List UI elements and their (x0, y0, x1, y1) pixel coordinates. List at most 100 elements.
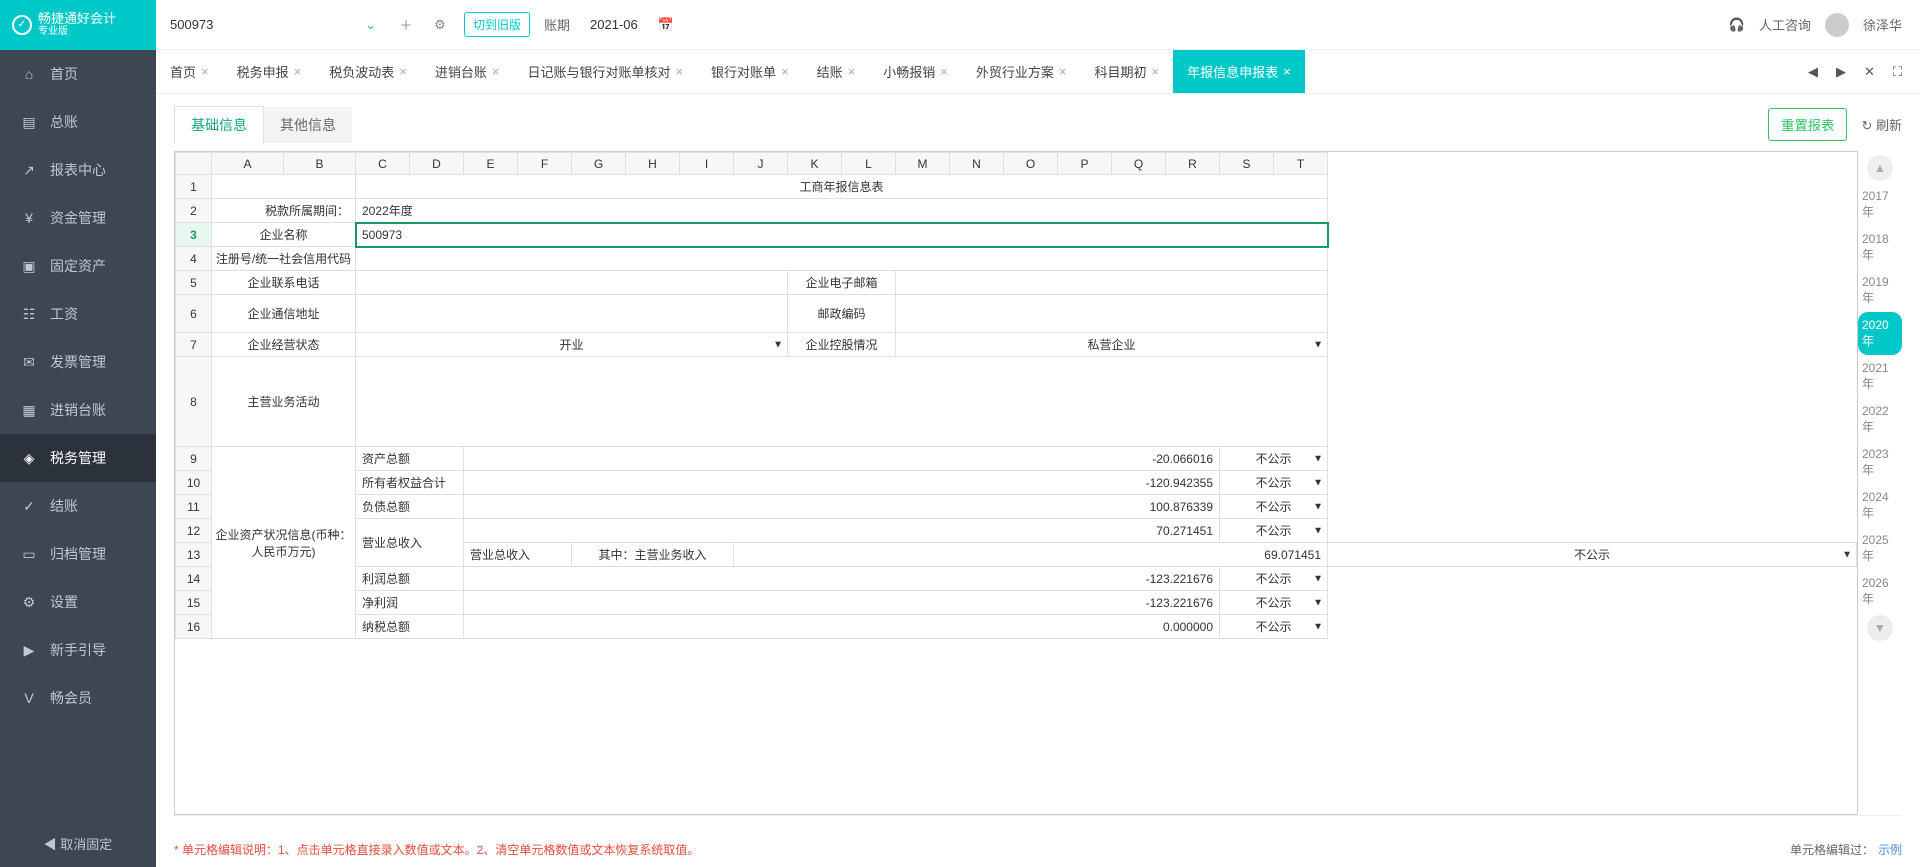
user-name[interactable]: 徐泽华 (1863, 15, 1902, 34)
year-2020年[interactable]: 2020年 (1858, 312, 1902, 355)
publish-select[interactable]: 不公示▼ (1220, 567, 1328, 591)
row-header[interactable]: 5 (176, 271, 212, 295)
phone-label[interactable]: 企业联系电话 (212, 271, 356, 295)
sidebar-item-13[interactable]: V畅会员 (0, 674, 156, 722)
sidebar-item-0[interactable]: ⌂首页 (0, 50, 156, 98)
sidebar-item-9[interactable]: ✓结账 (0, 482, 156, 530)
close-icon[interactable]: × (940, 64, 948, 79)
fin-row-value[interactable]: 69.071451 (734, 543, 1328, 567)
fin-row-label[interactable]: 所有者权益合计 (356, 471, 464, 495)
row-header[interactable]: 13 (176, 543, 212, 567)
col-header[interactable]: T (1274, 153, 1328, 175)
publish-select[interactable]: 不公示▼ (1220, 591, 1328, 615)
fin-row-value[interactable]: 70.271451 (464, 519, 1220, 543)
horizontal-scrollbar[interactable] (174, 815, 1902, 831)
fin-row-value[interactable]: -20.066016 (464, 447, 1220, 471)
publish-select[interactable]: 不公示▼ (1220, 447, 1328, 471)
col-header[interactable]: N (950, 153, 1004, 175)
tab-10[interactable]: 年报信息申报表× (1173, 50, 1305, 93)
fin-row-label[interactable]: 利润总额 (356, 567, 464, 591)
sidebar-item-5[interactable]: ☷工资 (0, 290, 156, 338)
col-header[interactable]: E (464, 153, 518, 175)
subtab-basic[interactable]: 基础信息 (174, 106, 264, 143)
gear-icon[interactable]: ⚙ (430, 15, 450, 35)
email-label[interactable]: 企业电子邮箱 (788, 271, 896, 295)
row-header[interactable]: 1 (176, 175, 212, 199)
period-label-cell[interactable]: 税款所属期间： (212, 199, 356, 223)
col-header[interactable]: C (356, 153, 410, 175)
close-icon[interactable]: × (399, 64, 407, 79)
row-header[interactable]: 14 (176, 567, 212, 591)
publish-select[interactable]: 不公示▼ (1220, 615, 1328, 639)
tab-5[interactable]: 银行对账单× (697, 50, 803, 93)
col-header[interactable]: M (896, 153, 950, 175)
old-version-button[interactable]: 切到旧版 (464, 12, 530, 37)
sidebar-item-3[interactable]: ¥资金管理 (0, 194, 156, 242)
row-header[interactable]: 3 (176, 223, 212, 247)
company-name-cell[interactable]: 500973 (356, 223, 1328, 247)
col-header[interactable]: Q (1112, 153, 1166, 175)
tab-7[interactable]: 小畅报销× (869, 50, 962, 93)
close-icon[interactable]: × (1059, 64, 1067, 79)
reset-button[interactable]: 重置报表 (1768, 108, 1847, 141)
tab-9[interactable]: 科目期初× (1080, 50, 1173, 93)
main-biz-label[interactable]: 主营业务活动 (212, 357, 356, 447)
year-2022年[interactable]: 2022年 (1858, 398, 1902, 441)
publish-select[interactable]: 不公示▼ (1328, 543, 1857, 567)
row-header[interactable]: 15 (176, 591, 212, 615)
col-header[interactable]: R (1166, 153, 1220, 175)
phone-cell[interactable] (356, 271, 788, 295)
year-2017年[interactable]: 2017年 (1858, 183, 1902, 226)
period-value-cell[interactable]: 2022年度 (356, 199, 1328, 223)
year-2024年[interactable]: 2024年 (1858, 484, 1902, 527)
close-icon[interactable]: × (492, 64, 500, 79)
unpin-button[interactable]: ◀ 取消固定 (0, 834, 156, 853)
email-cell[interactable] (896, 271, 1328, 295)
tab-4[interactable]: 日记账与银行对账单核对× (513, 50, 697, 93)
sidebar-item-4[interactable]: ▣固定资产 (0, 242, 156, 290)
publish-select[interactable]: 不公示▼ (1220, 471, 1328, 495)
addr-label[interactable]: 企业通信地址 (212, 295, 356, 333)
fin-row-label[interactable]: 营业总收入 (464, 543, 572, 567)
add-icon[interactable]: ＋ (396, 15, 416, 35)
fin-row-value[interactable]: -120.942355 (464, 471, 1220, 495)
fin-row-value[interactable]: -123.221676 (464, 591, 1220, 615)
col-header[interactable]: I (680, 153, 734, 175)
spreadsheet[interactable]: ABCDEFGHIJKLMNOPQRST1工商年报信息表2税款所属期间：2022… (174, 151, 1858, 815)
col-header[interactable]: H (626, 153, 680, 175)
tab-next-icon[interactable]: ▶ (1832, 60, 1850, 84)
fin-row-value[interactable]: 100.876339 (464, 495, 1220, 519)
holding-label[interactable]: 企业控股情况 (788, 333, 896, 357)
col-header[interactable]: J (734, 153, 788, 175)
col-header[interactable]: A (212, 153, 284, 175)
tab-1[interactable]: 税务申报× (223, 50, 316, 93)
status-label[interactable]: 企业经营状态 (212, 333, 356, 357)
company-name-label[interactable]: 企业名称 (212, 223, 356, 247)
fin-row-label[interactable]: 营业总收入 (356, 519, 464, 567)
fin-row-value[interactable]: 0.000000 (464, 615, 1220, 639)
example-link[interactable]: 示例 (1878, 843, 1902, 857)
col-header[interactable]: S (1220, 153, 1274, 175)
year-2018年[interactable]: 2018年 (1858, 226, 1902, 269)
row-header[interactable]: 16 (176, 615, 212, 639)
period-value[interactable]: 2021-06 (590, 17, 638, 32)
avatar[interactable] (1825, 13, 1849, 37)
tab-6[interactable]: 结账× (803, 50, 870, 93)
status-select[interactable]: 开业▼ (356, 333, 788, 357)
row-header[interactable]: 6 (176, 295, 212, 333)
year-2021年[interactable]: 2021年 (1858, 355, 1902, 398)
col-header[interactable]: L (842, 153, 896, 175)
col-header[interactable]: P (1058, 153, 1112, 175)
reg-code-cell[interactable] (356, 247, 1328, 271)
tab-3[interactable]: 进销台账× (421, 50, 514, 93)
year-up-icon[interactable]: ▲ (1867, 155, 1893, 181)
sidebar-item-10[interactable]: ▭归档管理 (0, 530, 156, 578)
postcode-label[interactable]: 邮政编码 (788, 295, 896, 333)
publish-select[interactable]: 不公示▼ (1220, 495, 1328, 519)
main-biz-cell[interactable] (356, 357, 1328, 447)
close-icon[interactable]: × (781, 64, 789, 79)
row-header[interactable]: 9 (176, 447, 212, 471)
sidebar-item-12[interactable]: ▶新手引导 (0, 626, 156, 674)
tab-prev-icon[interactable]: ◀ (1804, 60, 1822, 84)
row-header[interactable]: 4 (176, 247, 212, 271)
